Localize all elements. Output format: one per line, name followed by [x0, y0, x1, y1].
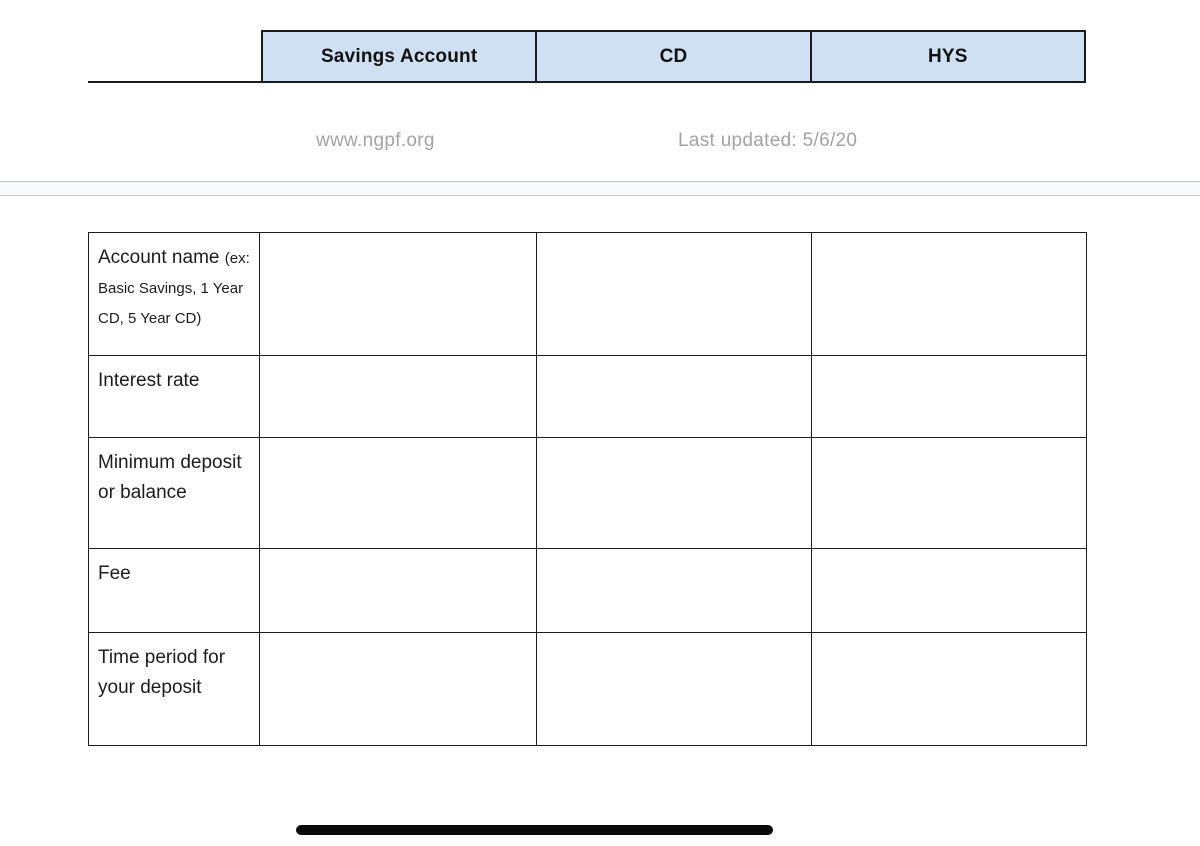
row-label-text: Interest rate [98, 370, 200, 391]
page-footer-last-updated: Last updated: 5/6/20 [678, 130, 858, 151]
cell-interest-rate-hys[interactable] [811, 355, 1087, 438]
row-label-interest-rate: Interest rate [88, 355, 260, 438]
table-row-fee: Fee [88, 548, 1087, 633]
cell-interest-rate-cd[interactable] [536, 355, 812, 438]
cell-fee-hys[interactable] [811, 548, 1087, 633]
cell-fee-savings-account[interactable] [259, 548, 537, 633]
cell-minimum-deposit-cd[interactable] [536, 437, 812, 549]
row-label-text: Fee [98, 563, 131, 584]
page-break-divider [0, 181, 1200, 196]
column-header-hys: HYS [811, 30, 1086, 83]
row-label-text: Account name [98, 247, 220, 268]
column-header-savings-account: Savings Account [261, 30, 538, 83]
page-footer-url: www.ngpf.org [316, 130, 435, 151]
cell-interest-rate-savings-account[interactable] [259, 355, 537, 438]
cell-account-name-cd[interactable] [536, 232, 812, 356]
row-label-minimum-deposit: Minimum deposit or balance [88, 437, 260, 549]
previous-page-table-header-row: Savings Account CD HYS [88, 30, 1086, 83]
column-header-label: Savings Account [320, 45, 478, 67]
home-indicator-bar[interactable] [296, 825, 773, 835]
column-header-label: CD [659, 45, 688, 67]
row-label-account-name: Account name (ex: Basic Savings, 1 Year … [88, 232, 260, 356]
cell-account-name-hys[interactable] [811, 232, 1087, 356]
cell-minimum-deposit-savings-account[interactable] [259, 437, 537, 549]
cell-account-name-savings-account[interactable] [259, 232, 537, 356]
document-viewer-screen: Savings Account CD HYS www.ngpf.org Last… [0, 0, 1200, 846]
cell-fee-cd[interactable] [536, 548, 812, 633]
cell-time-period-cd[interactable] [536, 632, 812, 746]
column-header-label: HYS [927, 45, 968, 67]
table-row-minimum-deposit: Minimum deposit or balance [88, 437, 1087, 549]
table-row-account-name: Account name (ex: Basic Savings, 1 Year … [88, 232, 1087, 356]
column-header-cd: CD [537, 30, 812, 83]
cell-time-period-hys[interactable] [811, 632, 1087, 746]
cell-minimum-deposit-hys[interactable] [811, 437, 1087, 549]
row-label-text: Time period for your deposit [98, 647, 226, 698]
table-row-time-period: Time period for your deposit [88, 632, 1087, 746]
previous-table-label-column-edge [88, 30, 261, 83]
row-label-fee: Fee [88, 548, 260, 633]
row-label-time-period: Time period for your deposit [88, 632, 260, 746]
comparison-table: Account name (ex: Basic Savings, 1 Year … [88, 232, 1087, 746]
row-label-text: Minimum deposit or balance [98, 452, 242, 503]
cell-time-period-savings-account[interactable] [259, 632, 537, 746]
table-row-interest-rate: Interest rate [88, 355, 1087, 438]
